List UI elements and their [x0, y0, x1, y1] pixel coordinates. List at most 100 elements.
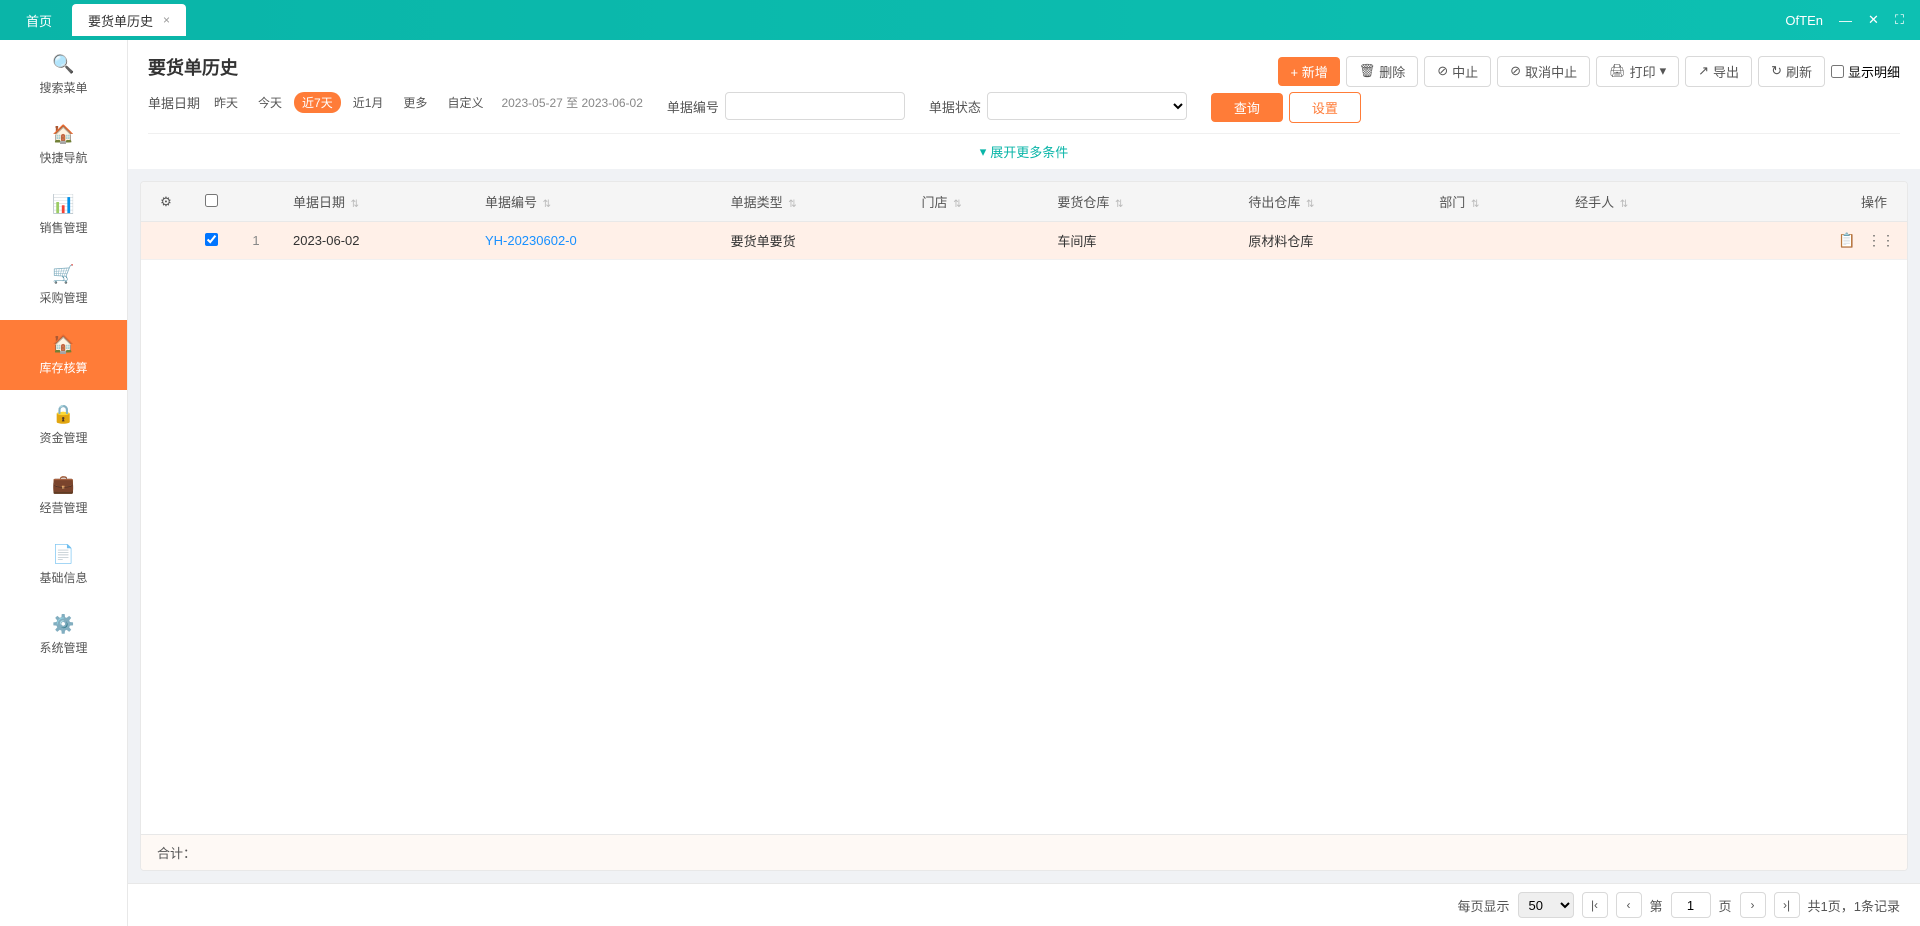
basic-info-icon: 📄 [52, 544, 74, 565]
sidebar-item-quick-nav[interactable]: 🏠 快捷导航 [0, 110, 127, 180]
often-label[interactable]: OfTEn [1785, 13, 1823, 28]
minimize-icon[interactable]: — [1839, 13, 1852, 28]
prev-page-button[interactable]: ‹ [1616, 892, 1642, 918]
td-pending-warehouse: 原材料仓库 [1236, 222, 1427, 260]
tab-requisition-history[interactable]: 要货单历史 × [72, 4, 186, 36]
td-store [910, 222, 1046, 260]
purchase-mgmt-icon: 🛒 [52, 264, 74, 285]
tab-close-icon[interactable]: × [163, 13, 170, 27]
th-num [231, 182, 281, 222]
cancel-stop-button[interactable]: ⊘ 取消中止 [1497, 56, 1590, 87]
maximize-icon[interactable]: ⛶ [1895, 12, 1904, 28]
total-info: 共1页，1条记录 [1808, 896, 1900, 915]
date-shortcut-custom[interactable]: 自定义 [439, 92, 491, 113]
delete-icon: 🗑 [1359, 63, 1376, 79]
sidebar-item-inventory[interactable]: 🏠 库存核算 [0, 320, 127, 390]
system-mgmt-icon: ⚙️ [52, 614, 74, 635]
print-button[interactable]: 🖨 打印 ▾ [1596, 56, 1679, 87]
tab-home[interactable]: 首页 [10, 4, 68, 36]
td-req-warehouse: 车间库 [1045, 222, 1236, 260]
display-detail-checkbox[interactable] [1831, 65, 1844, 78]
sidebar-item-sales-mgmt[interactable]: 📊 销售管理 [0, 180, 127, 250]
sales-mgmt-icon: 📊 [52, 194, 74, 215]
top-bar: 首页 要货单历史 × OfTEn — ✕ ⛶ [0, 0, 1920, 40]
cancel-stop-icon: ⊘ [1510, 63, 1521, 79]
doc-number-link[interactable]: YH-20230602-0 [485, 233, 577, 248]
th-req-warehouse[interactable]: 要货仓库 ⇅ [1045, 182, 1236, 222]
th-doc-number[interactable]: 单据编号 ⇅ [473, 182, 719, 222]
th-department[interactable]: 部门 ⇅ [1427, 182, 1563, 222]
sort-req-warehouse-icon: ⇅ [1115, 199, 1123, 210]
first-page-button[interactable]: |‹ [1582, 892, 1608, 918]
sidebar-item-basic-info[interactable]: 📄 基础信息 [0, 530, 127, 600]
sidebar-item-search-menu-label: 搜索菜单 [39, 79, 87, 96]
table-area: ⚙ 单据日期 ⇅ 单据编号 [140, 181, 1908, 871]
sidebar-item-sales-mgmt-label: 销售管理 [39, 219, 87, 236]
operations-mgmt-icon: 💼 [52, 474, 74, 495]
table-row: 1 2023-06-02 YH-20230602-0 要货单要货 车间库 原材料… [141, 222, 1907, 260]
page-unit: 页 [1719, 896, 1732, 915]
td-settings [141, 222, 191, 260]
row-more-button[interactable]: ⋮⋮ [1863, 230, 1899, 251]
refresh-button[interactable]: ↻ 刷新 [1758, 56, 1825, 87]
date-shortcut-7days[interactable]: 近7天 [294, 92, 341, 113]
stop-button[interactable]: ⊘ 中止 [1424, 56, 1491, 87]
status-select[interactable] [987, 92, 1187, 120]
th-store[interactable]: 门店 ⇅ [910, 182, 1046, 222]
expand-more-button[interactable]: ▾ 展开更多条件 [980, 138, 1069, 165]
page-size-select[interactable]: 20 50 100 [1518, 892, 1574, 918]
add-button[interactable]: + 新增 [1278, 57, 1339, 86]
finance-mgmt-icon: 🔒 [52, 404, 74, 425]
sidebar-item-purchase-mgmt[interactable]: 🛒 采购管理 [0, 250, 127, 320]
settings-button[interactable]: 设置 [1289, 92, 1361, 123]
th-doc-type[interactable]: 单据类型 ⇅ [719, 182, 910, 222]
sidebar-item-purchase-mgmt-label: 采购管理 [39, 289, 87, 306]
date-shortcut-today[interactable]: 今天 [250, 92, 290, 113]
sidebar-item-search-menu[interactable]: 🔍 搜索菜单 [0, 40, 127, 110]
row-checkbox[interactable] [205, 233, 218, 246]
status-label: 单据状态 [929, 97, 981, 116]
tab-home-label: 首页 [26, 11, 52, 30]
display-detail-toggle[interactable]: 显示明细 [1831, 62, 1900, 81]
pagination-bar: 每页显示 20 50 100 |‹ ‹ 第 页 › ›| 共1页，1条记录 [128, 883, 1920, 926]
sidebar-item-inventory-label: 库存核算 [39, 359, 87, 376]
doc-number-input[interactable] [725, 92, 905, 120]
print-dropdown-icon: ▾ [1660, 63, 1667, 79]
sidebar-item-quick-nav-label: 快捷导航 [39, 149, 87, 166]
sort-department-icon: ⇅ [1471, 199, 1479, 210]
main-area: 🔍 搜索菜单 🏠 快捷导航 📊 销售管理 🛒 采购管理 🏠 库存核算 🔒 [0, 40, 1920, 926]
date-shortcut-yesterday[interactable]: 昨天 [206, 92, 246, 113]
sidebar-item-system-mgmt[interactable]: ⚙️ 系统管理 [0, 600, 127, 670]
data-table: ⚙ 单据日期 ⇅ 单据编号 [141, 182, 1907, 260]
th-handler[interactable]: 经手人 ⇅ [1563, 182, 1726, 222]
td-checkbox[interactable] [191, 222, 231, 260]
date-shortcut-1month[interactable]: 近1月 [345, 92, 392, 113]
page-header-wrapper: 要货单历史 + 新增 🗑 删除 ⊘ 中止 [128, 40, 1920, 169]
page-label: 第 [1650, 896, 1663, 915]
stop-icon: ⊘ [1437, 63, 1448, 79]
sidebar-item-finance-mgmt[interactable]: 🔒 资金管理 [0, 390, 127, 460]
select-all-checkbox[interactable] [205, 194, 218, 207]
date-filter-group: 单据日期 昨天 今天 近7天 近1月 更多 自定义 2023-05-27 至 2… [148, 92, 643, 113]
last-page-button[interactable]: ›| [1774, 892, 1800, 918]
td-doc-number: YH-20230602-0 [473, 222, 719, 260]
th-settings[interactable]: ⚙ [141, 182, 191, 222]
close-icon[interactable]: ✕ [1868, 12, 1879, 28]
page-number-input[interactable] [1671, 892, 1711, 918]
date-filter-label: 单据日期 [148, 93, 200, 112]
top-bar-right: OfTEn — ✕ ⛶ [1785, 12, 1904, 28]
sidebar-item-operations-mgmt[interactable]: 💼 经营管理 [0, 460, 127, 530]
doc-number-filter-group: 单据编号 [667, 92, 905, 120]
date-shortcut-more[interactable]: 更多 [395, 92, 435, 113]
page-content: 要货单历史 + 新增 🗑 删除 ⊘ 中止 [128, 40, 1920, 926]
query-button[interactable]: 查询 [1211, 93, 1283, 122]
th-checkbox[interactable] [191, 182, 231, 222]
table-wrapper: ⚙ 单据日期 ⇅ 单据编号 [141, 182, 1907, 834]
next-page-button[interactable]: › [1740, 892, 1766, 918]
row-edit-button[interactable]: 📋 [1834, 230, 1859, 251]
delete-button[interactable]: 🗑 删除 [1346, 56, 1419, 87]
th-doc-date[interactable]: 单据日期 ⇅ [281, 182, 473, 222]
th-pending-warehouse[interactable]: 待出仓库 ⇅ [1236, 182, 1427, 222]
export-button[interactable]: ↗ 导出 [1685, 56, 1752, 87]
sort-doc-type-icon: ⇅ [788, 199, 796, 210]
